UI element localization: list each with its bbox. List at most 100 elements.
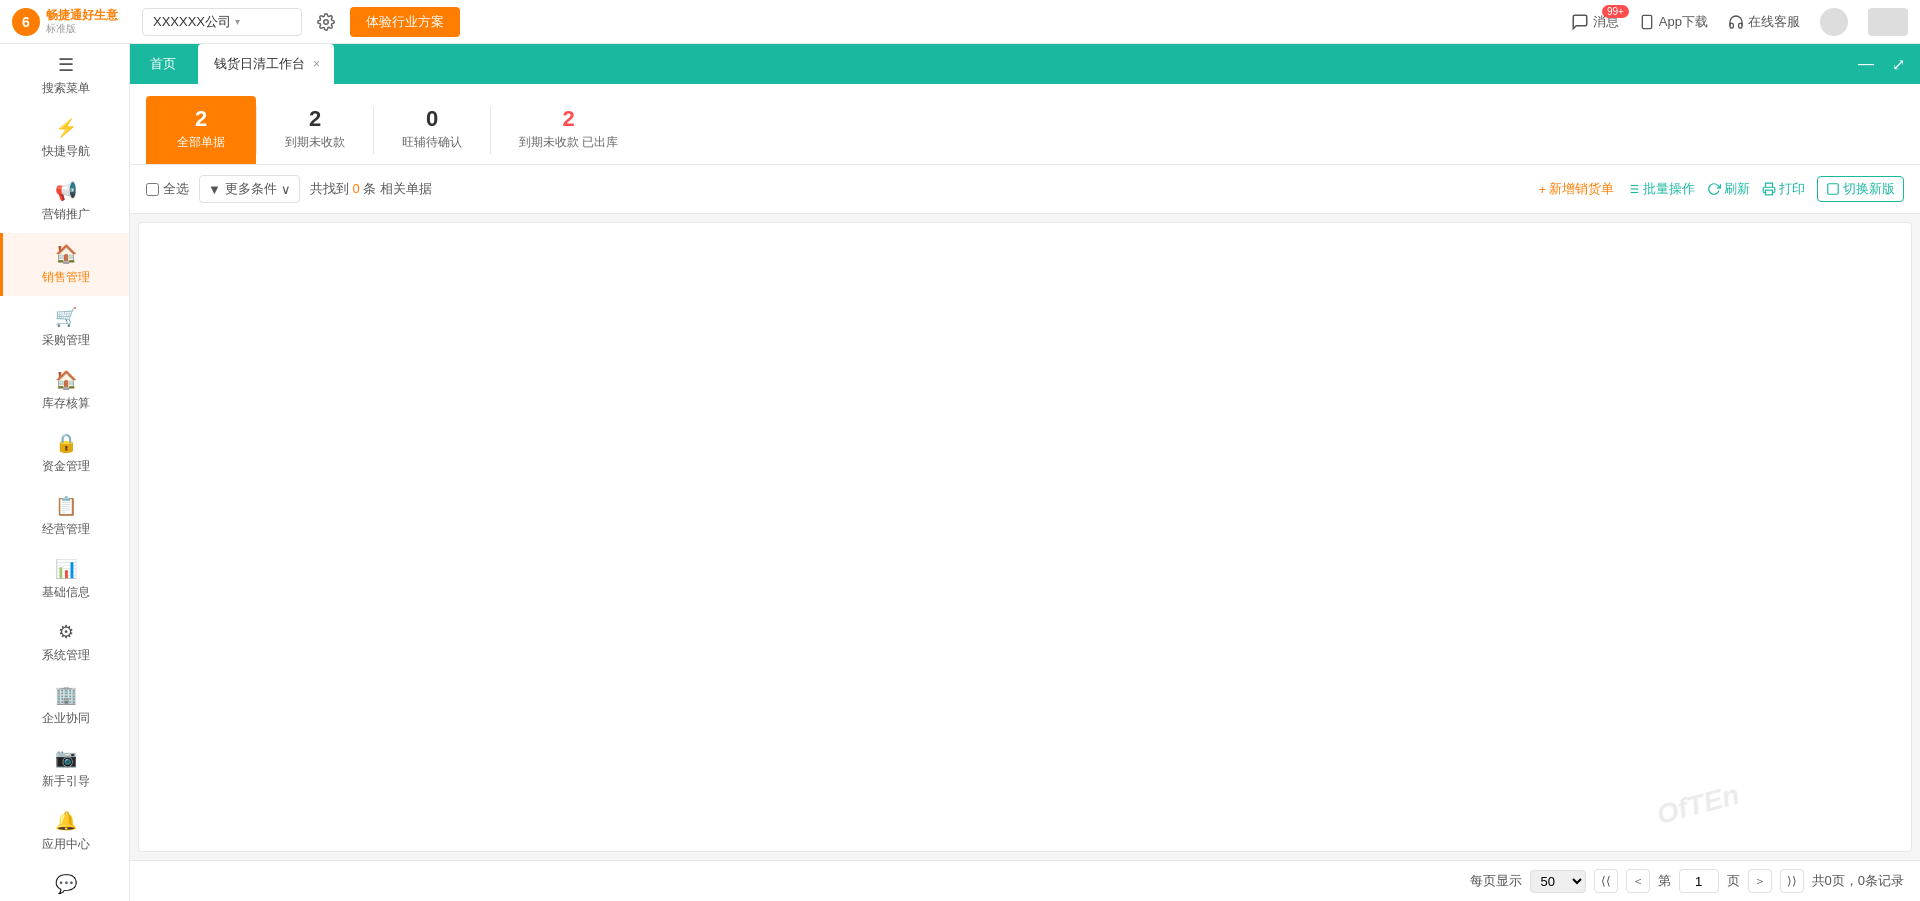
sidebar: ☰ 搜索菜单 ⚡ 快捷导航 📢 营销推广 🏠 销售管理 🛒 采购管理 🏠 库存核… [0, 44, 130, 901]
app-center-icon: 🔔 [55, 810, 77, 832]
sidebar-item-base-info[interactable]: 📊 基础信息 [0, 548, 129, 611]
page-label-end: 页 [1727, 872, 1740, 890]
sidebar-label-base-info: 基础信息 [42, 584, 90, 601]
card-num-all: 2 [195, 106, 207, 132]
settings-button[interactable] [310, 6, 342, 38]
sidebar-label-inventory: 库存核算 [42, 395, 90, 412]
company-name: XXXXXX公司 [153, 13, 231, 31]
sidebar-item-sys-mgmt[interactable]: ⚙ 系统管理 [0, 611, 129, 674]
filter-chevron-icon: ∨ [281, 182, 291, 197]
batch-icon [1626, 182, 1640, 196]
print-button[interactable]: 打印 [1762, 180, 1805, 198]
batch-operations-button[interactable]: 批量操作 [1626, 180, 1695, 198]
tab-close-icon[interactable]: × [313, 57, 320, 71]
card-label-unshipped: 到期未收款 已出库 [519, 134, 618, 151]
quick-nav-icon: ⚡ [55, 117, 77, 139]
refresh-button[interactable]: 刷新 [1707, 180, 1750, 198]
print-icon [1762, 182, 1776, 196]
status-card-wangpu[interactable]: 0 旺辅待确认 [374, 96, 490, 164]
per-page-select[interactable]: 50 20 100 [1530, 870, 1586, 893]
card-label-all: 全部单据 [177, 134, 225, 151]
messages-badge: 99+ [1602, 5, 1629, 18]
main-layout: ☰ 搜索菜单 ⚡ 快捷导航 📢 营销推广 🏠 销售管理 🛒 采购管理 🏠 库存核… [0, 44, 1920, 901]
sidebar-item-corp-collab[interactable]: 🏢 企业协同 [0, 674, 129, 737]
next-page-button[interactable]: ＞ [1748, 869, 1772, 893]
online-service-button[interactable]: 在线客服 [1728, 13, 1800, 31]
messages-button[interactable]: 消息 99+ [1571, 13, 1619, 31]
select-all-area[interactable]: 全选 [146, 180, 189, 198]
sidebar-item-sales[interactable]: 🏠 销售管理 [0, 233, 129, 296]
card-num-overdue: 2 [309, 106, 321, 132]
chevron-down-icon: ▾ [235, 16, 240, 27]
purchase-icon: 🛒 [55, 306, 77, 328]
prev-page-button[interactable]: ＜ [1626, 869, 1650, 893]
per-page-label: 每页显示 [1470, 872, 1522, 890]
found-suffix: 条 相关单据 [363, 181, 432, 196]
table-area [138, 222, 1912, 852]
sidebar-label-sales: 销售管理 [42, 269, 90, 286]
card-num-wangpu: 0 [426, 106, 438, 132]
toolbar-right: + 新增销货单 批量操作 刷新 [1538, 176, 1904, 202]
sidebar-item-guide[interactable]: 📷 新手引导 [0, 737, 129, 800]
refresh-label: 刷新 [1724, 180, 1750, 198]
refresh-icon [1707, 182, 1721, 196]
sidebar-label-capital: 资金管理 [42, 458, 90, 475]
last-page-button[interactable]: ⟩⟩ [1780, 869, 1804, 893]
select-all-checkbox[interactable] [146, 183, 159, 196]
batch-label: 批量操作 [1643, 180, 1695, 198]
online-service-label: 在线客服 [1748, 13, 1800, 31]
avatar[interactable] [1820, 8, 1848, 36]
app-download-button[interactable]: App下载 [1639, 13, 1708, 31]
status-card-unshipped[interactable]: 2 到期未收款 已出库 [491, 96, 646, 164]
guide-icon: 📷 [55, 747, 77, 769]
sidebar-item-marketing[interactable]: 📢 营销推广 [0, 170, 129, 233]
trial-button[interactable]: 体验行业方案 [350, 7, 460, 37]
card-num-unshipped: 2 [563, 106, 575, 132]
tab-maximize-button[interactable]: ⤢ [1884, 50, 1912, 78]
add-sales-button[interactable]: + 新增销货单 [1538, 180, 1614, 198]
svg-rect-9 [1766, 190, 1773, 195]
tab-active[interactable]: 钱货日清工作台 × [198, 44, 334, 84]
found-text: 共找到 0 条 相关单据 [310, 180, 432, 198]
sidebar-label-corp-collab: 企业协同 [42, 710, 90, 727]
filter-button[interactable]: ▼ 更多条件 ∨ [199, 175, 300, 203]
sidebar-item-search-menu[interactable]: ☰ 搜索菜单 [0, 44, 129, 107]
sales-icon: 🏠 [55, 243, 77, 265]
top-bar: 6 畅捷通好生意 标准版 XXXXXX公司 ▾ 体验行业方案 消息 99+ [0, 0, 1920, 44]
sidebar-item-capital[interactable]: 🔒 资金管理 [0, 422, 129, 485]
app-download-label: App下载 [1659, 13, 1708, 31]
tab-actions: — ⤢ [1852, 50, 1920, 78]
base-info-icon: 📊 [55, 558, 77, 580]
status-card-all[interactable]: 2 全部单据 [146, 96, 256, 164]
filter-icon: ▼ [208, 182, 221, 197]
card-label-overdue: 到期未收款 [285, 134, 345, 151]
first-page-button[interactable]: ⟨⟨ [1594, 869, 1618, 893]
content-area: 首页 钱货日清工作台 × — ⤢ 2 全部单据 2 到期未收款 [130, 44, 1920, 901]
tab-minimize-button[interactable]: — [1852, 50, 1880, 78]
status-card-overdue[interactable]: 2 到期未收款 [257, 96, 373, 164]
svg-rect-10 [1828, 184, 1839, 195]
tab-home[interactable]: 首页 [130, 44, 196, 84]
svg-rect-1 [1642, 15, 1651, 28]
sidebar-item-purchase[interactable]: 🛒 采购管理 [0, 296, 129, 359]
switch-version-button[interactable]: 切换新版 [1817, 176, 1904, 202]
app-title: 畅捷通好生意 [46, 8, 118, 22]
sidebar-item-app-center[interactable]: 🔔 应用中心 [0, 800, 129, 863]
app-subtitle: 标准版 [46, 23, 118, 35]
sys-mgmt-icon: ⚙ [58, 621, 74, 643]
switch-icon [1826, 182, 1840, 196]
capital-icon: 🔒 [55, 432, 77, 454]
status-cards: 2 全部单据 2 到期未收款 0 旺辅待确认 2 到期未收款 已出库 [130, 84, 1920, 165]
sidebar-item-quick-nav[interactable]: ⚡ 快捷导航 [0, 107, 129, 170]
company-selector[interactable]: XXXXXX公司 ▾ [142, 8, 302, 36]
sidebar-item-operations[interactable]: 📋 经营管理 [0, 485, 129, 548]
sidebar-item-inventory[interactable]: 🏠 库存核算 [0, 359, 129, 422]
user-name-area[interactable] [1868, 8, 1908, 36]
sidebar-label-purchase: 采购管理 [42, 332, 90, 349]
sidebar-item-corp-wechat[interactable]: 💬 企业微信 [0, 863, 129, 901]
found-count: 0 [353, 181, 360, 196]
sidebar-label-app-center: 应用中心 [42, 836, 90, 853]
tab-active-label: 钱货日清工作台 [214, 55, 305, 73]
page-summary: 共0页，0条记录 [1812, 872, 1904, 890]
page-input[interactable] [1679, 869, 1719, 893]
